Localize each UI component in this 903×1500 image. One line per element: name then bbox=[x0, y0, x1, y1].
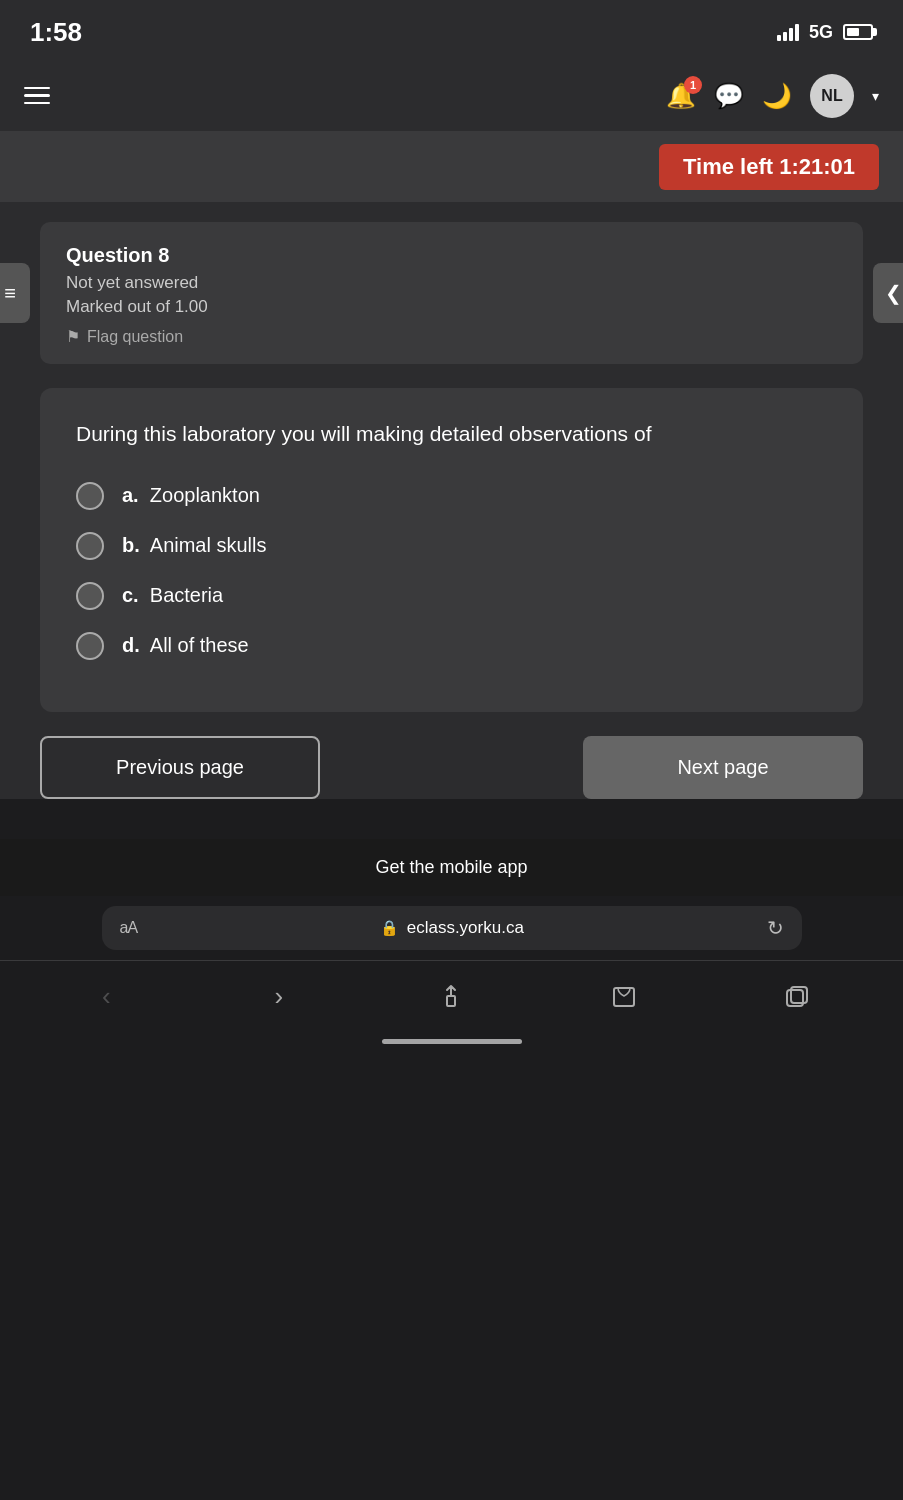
browser-share-button[interactable] bbox=[421, 975, 481, 1019]
timer-badge: Time left 1:21:01 bbox=[659, 144, 879, 190]
browser-url-display: 🔒 eclass.yorku.ca bbox=[380, 918, 524, 938]
browser-tabs-button[interactable] bbox=[767, 975, 827, 1019]
chat-button[interactable]: 💬 bbox=[714, 82, 744, 110]
user-dropdown-arrow[interactable]: ▾ bbox=[872, 88, 879, 104]
status-bar: 1:58 5G bbox=[0, 0, 903, 60]
flag-icon: ⚑ bbox=[66, 327, 80, 346]
browser-forward-button[interactable]: › bbox=[249, 975, 309, 1019]
chevron-right-icon: ❮ bbox=[885, 281, 902, 305]
signal-bars-icon bbox=[777, 23, 799, 41]
browser-url-bar: aA 🔒 eclass.yorku.ca ↻ bbox=[102, 906, 802, 950]
mobile-app-banner: Get the mobile app bbox=[0, 839, 903, 896]
home-indicator bbox=[0, 1029, 903, 1058]
flag-question-label: Flag question bbox=[87, 328, 183, 346]
list-icon: ≡ bbox=[4, 282, 16, 305]
question-number: Question 8 bbox=[66, 244, 837, 267]
radio-d[interactable] bbox=[76, 632, 104, 660]
side-panel-toggle-button[interactable]: ≡ bbox=[0, 263, 30, 323]
side-panel-next-button[interactable]: ❮ bbox=[873, 263, 903, 323]
browser-chrome: aA 🔒 eclass.yorku.ca ↻ bbox=[0, 896, 903, 960]
radio-a[interactable] bbox=[76, 482, 104, 510]
radio-b[interactable] bbox=[76, 532, 104, 560]
user-avatar[interactable]: NL bbox=[810, 74, 854, 118]
status-icons: 5G bbox=[777, 22, 873, 43]
answer-option-a[interactable]: a. Zooplankton bbox=[76, 482, 827, 510]
answer-label-a: a. Zooplankton bbox=[122, 484, 260, 507]
svg-rect-1 bbox=[614, 988, 634, 1006]
lock-icon: 🔒 bbox=[380, 919, 399, 937]
answer-label-d: d. All of these bbox=[122, 634, 249, 657]
svg-rect-0 bbox=[447, 996, 455, 1006]
question-mark: Marked out of 1.00 bbox=[66, 297, 837, 317]
answer-option-b[interactable]: b. Animal skulls bbox=[76, 532, 827, 560]
hamburger-menu-button[interactable] bbox=[24, 87, 50, 105]
network-type: 5G bbox=[809, 22, 833, 43]
answer-label-b: b. Animal skulls bbox=[122, 534, 267, 557]
mobile-app-label: Get the mobile app bbox=[375, 857, 527, 877]
quiz-question-text: During this laboratory you will making d… bbox=[76, 418, 827, 450]
quiz-question-box: During this laboratory you will making d… bbox=[40, 388, 863, 712]
answer-label-c: c. Bacteria bbox=[122, 584, 223, 607]
text-size-control[interactable]: aA bbox=[120, 919, 138, 937]
status-time: 1:58 bbox=[30, 17, 82, 48]
timer-bar: Time left 1:21:01 bbox=[0, 132, 903, 202]
theme-toggle-button[interactable]: 🌙 bbox=[762, 82, 792, 110]
radio-c[interactable] bbox=[76, 582, 104, 610]
flag-question-link[interactable]: ⚑ Flag question bbox=[66, 327, 837, 346]
nav-right-icons: 🔔 1 💬 🌙 NL ▾ bbox=[666, 74, 879, 118]
browser-bookmarks-button[interactable] bbox=[594, 975, 654, 1019]
question-status: Not yet answered bbox=[66, 273, 837, 293]
previous-page-button[interactable]: Previous page bbox=[40, 736, 320, 799]
notification-badge: 1 bbox=[684, 76, 702, 94]
answer-option-d[interactable]: d. All of these bbox=[76, 632, 827, 660]
question-info-card: Question 8 Not yet answered Marked out o… bbox=[40, 222, 863, 364]
reload-button[interactable]: ↻ bbox=[767, 916, 784, 940]
main-content: ≡ Question 8 Not yet answered Marked out… bbox=[0, 202, 903, 799]
answer-option-c[interactable]: c. Bacteria bbox=[76, 582, 827, 610]
next-page-button[interactable]: Next page bbox=[583, 736, 863, 799]
bottom-nav: ‹ › bbox=[0, 960, 903, 1029]
url-text: eclass.yorku.ca bbox=[407, 918, 524, 938]
battery-icon bbox=[843, 24, 873, 40]
nav-buttons: Previous page Next page bbox=[40, 736, 863, 799]
home-bar bbox=[382, 1039, 522, 1044]
notification-bell-button[interactable]: 🔔 1 bbox=[666, 82, 696, 110]
browser-back-button[interactable]: ‹ bbox=[76, 975, 136, 1019]
top-nav: 🔔 1 💬 🌙 NL ▾ bbox=[0, 60, 903, 132]
